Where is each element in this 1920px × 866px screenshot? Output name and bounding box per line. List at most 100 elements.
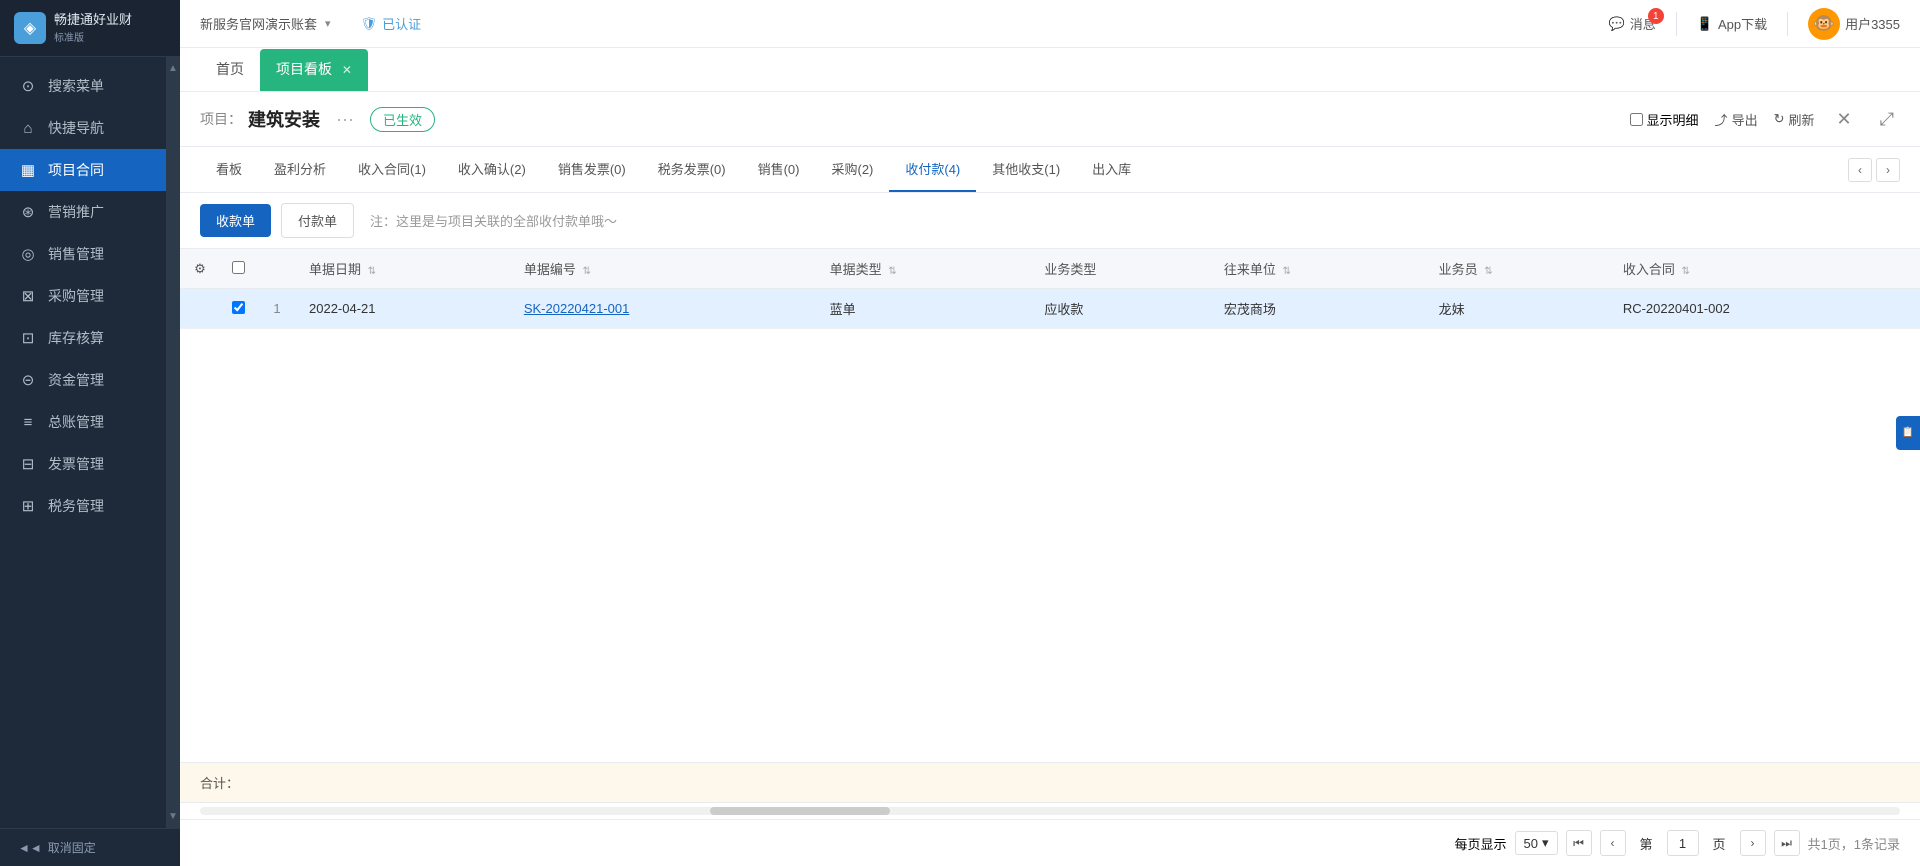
export-button[interactable]: ⤴ 导出 (1715, 110, 1758, 129)
sub-tab-sales[interactable]: 销售(0) (742, 147, 816, 192)
prev-page-button[interactable]: ‹ (1600, 830, 1626, 856)
row-income-contract-cell: RC-20220401-002 (1611, 289, 1920, 329)
user-profile-button[interactable]: 🐵 用户3355 (1808, 8, 1900, 40)
project-status-badge: 已生效 (370, 107, 435, 132)
sidebar-item-marketing[interactable]: ⊛ 营销推广 (0, 191, 166, 233)
message-icon: 💬 (1609, 16, 1625, 32)
sub-tab-next-arrow[interactable]: › (1876, 158, 1900, 182)
user-label: 用户3355 (1845, 14, 1900, 33)
expand-button[interactable]: ⤢ (1874, 107, 1900, 132)
scroll-down-arrow[interactable]: ▼ (166, 809, 180, 824)
row-date-cell: 2022-04-21 (297, 289, 512, 329)
sidebar-item-search[interactable]: ⊙ 搜索菜单 (0, 65, 166, 107)
data-table: ⚙ 单据日期 ⇅ 单据编号 ⇅ (180, 249, 1920, 329)
sidebar-item-invoice[interactable]: ⊟ 发票管理 (0, 443, 166, 485)
scrollbar-track[interactable] (200, 807, 1900, 815)
project-header: 项目： 建筑安装 ··· 已生效 显示明细 ⤴ 导出 ↻ 刷新 ✕ ⤢ (180, 92, 1920, 147)
sub-tab-warehouse[interactable]: 出入库 (1076, 147, 1147, 192)
row-checkbox-cell[interactable] (220, 289, 257, 329)
first-page-button[interactable]: ⏮ (1566, 830, 1592, 856)
sidebar-item-funds[interactable]: ⊝ 资金管理 (0, 359, 166, 401)
table-row[interactable]: 1 2022-04-21 SK-20220421-001 蓝单 应收款 宏茂商场… (180, 289, 1920, 329)
show-detail-input[interactable] (1630, 113, 1643, 126)
settings-column-header[interactable]: ⚙ (180, 249, 220, 289)
close-button[interactable]: ✕ (1831, 107, 1858, 132)
income-contract-sort-icon[interactable]: ⇅ (1681, 266, 1689, 277)
sidebar-item-shortcut[interactable]: ⌂ 快捷导航 (0, 107, 166, 149)
sidebar-item-project[interactable]: ▦ 项目合同 (0, 149, 166, 191)
sub-tab-tax-invoice[interactable]: 税务发票(0) (642, 147, 742, 192)
refresh-icon: ↻ (1774, 111, 1785, 127)
income-contract-column-header[interactable]: 收入合同 ⇅ (1611, 249, 1920, 289)
sidebar-item-purchase[interactable]: ⊠ 采购管理 (0, 275, 166, 317)
settings-icon[interactable]: ⚙ (194, 261, 206, 276)
message-button[interactable]: 💬 消息 1 (1609, 14, 1656, 33)
date-sort-icon[interactable]: ⇅ (368, 266, 376, 277)
payment-bill-button[interactable]: 付款单 (281, 203, 354, 238)
sub-tab-sales-invoice[interactable]: 销售发票(0) (542, 147, 642, 192)
right-panel-toggle[interactable]: 📋 (1896, 416, 1920, 450)
sub-tab-receipt[interactable]: 收付款(4) (889, 147, 976, 192)
sub-tab-prev-arrow[interactable]: ‹ (1848, 158, 1872, 182)
row-checkbox[interactable] (232, 301, 245, 314)
salesperson-sort-icon[interactable]: ⇅ (1484, 266, 1492, 277)
date-column-header[interactable]: 单据日期 ⇅ (297, 249, 512, 289)
sidebar-item-ledger[interactable]: ≡ 总账管理 (0, 401, 166, 443)
refresh-button[interactable]: ↻ 刷新 (1774, 110, 1815, 129)
message-badge: 1 (1648, 8, 1664, 24)
phone-icon: 📱 (1697, 16, 1713, 32)
ledger-icon: ≡ (18, 414, 38, 431)
app-edition: 标准版 (54, 29, 132, 44)
partner-sort-icon[interactable]: ⇅ (1282, 266, 1290, 277)
docno-sort-icon[interactable]: ⇅ (582, 266, 590, 277)
sidebar-item-inventory[interactable]: ⊡ 库存核算 (0, 317, 166, 359)
summary-label: 合计： (200, 776, 239, 791)
sidebar-item-label: 税务管理 (48, 496, 104, 516)
current-page-input[interactable] (1667, 830, 1699, 856)
sub-tab-board[interactable]: 看板 (200, 147, 258, 192)
page-size-select[interactable]: 50 ▾ (1515, 831, 1558, 855)
sub-tab-profit[interactable]: 盈利分析 (258, 147, 342, 192)
sub-tab-income-confirm[interactable]: 收入确认(2) (442, 147, 542, 192)
sub-tab-nav: ‹ › (1848, 158, 1900, 182)
project-prefix: 项目： (200, 109, 242, 129)
account-selector[interactable]: 新服务官网演示账套 ▾ (200, 14, 331, 33)
row-docno-cell[interactable]: SK-20220421-001 (512, 289, 818, 329)
app-download-button[interactable]: 📱 App下载 (1697, 14, 1767, 33)
project-more-button[interactable]: ··· (336, 109, 354, 130)
scroll-up-arrow[interactable]: ▲ (166, 61, 180, 76)
show-detail-checkbox[interactable]: 显示明细 (1630, 110, 1699, 129)
select-all-checkbox[interactable] (232, 261, 245, 274)
cancel-pin-button[interactable]: ◄◄ 取消固定 (0, 828, 180, 866)
salesperson-column-label: 业务员 (1439, 262, 1478, 277)
doctype-column-header[interactable]: 单据类型 ⇅ (818, 249, 1033, 289)
sub-tab-income-contract[interactable]: 收入合同(1) (342, 147, 442, 192)
sidebar-item-sales[interactable]: ◎ 销售管理 (0, 233, 166, 275)
row-docno-link[interactable]: SK-20220421-001 (524, 301, 630, 316)
tab-close-icon[interactable]: ✕ (342, 63, 352, 77)
certified-text: 已认证 (382, 14, 421, 33)
sidebar-item-tax[interactable]: ⊞ 税务管理 (0, 485, 166, 527)
next-page-button[interactable]: › (1740, 830, 1766, 856)
scrollbar-thumb[interactable] (710, 807, 890, 815)
tab-project-board[interactable]: 项目看板 ✕ (260, 49, 368, 91)
row-number-cell: 1 (257, 289, 297, 329)
checkbox-column-header[interactable] (220, 249, 257, 289)
sub-tab-board-label: 看板 (216, 162, 242, 177)
receipt-bill-button[interactable]: 收款单 (200, 204, 271, 237)
last-page-button[interactable]: ⏭ (1774, 830, 1800, 856)
doctype-sort-icon[interactable]: ⇅ (888, 266, 896, 277)
tab-home[interactable]: 首页 (200, 49, 260, 91)
refresh-label: 刷新 (1788, 110, 1814, 129)
docno-column-header[interactable]: 单据编号 ⇅ (512, 249, 818, 289)
salesperson-column-header[interactable]: 业务员 ⇅ (1427, 249, 1611, 289)
page-prefix: 第 (1634, 834, 1659, 853)
right-panel-icon: 📋 (1902, 426, 1914, 440)
sub-tab-other-expense[interactable]: 其他收支(1) (976, 147, 1076, 192)
sub-tab-purchase[interactable]: 采购(2) (815, 147, 889, 192)
certified-badge: 🛡 已认证 (361, 14, 422, 33)
sub-tab-sales-label: 销售(0) (758, 162, 800, 177)
funds-icon: ⊝ (18, 371, 38, 389)
note-text: 注：这里是与项目关联的全部收付款单哦～ (370, 211, 617, 230)
partner-column-header[interactable]: 往来单位 ⇅ (1212, 249, 1427, 289)
